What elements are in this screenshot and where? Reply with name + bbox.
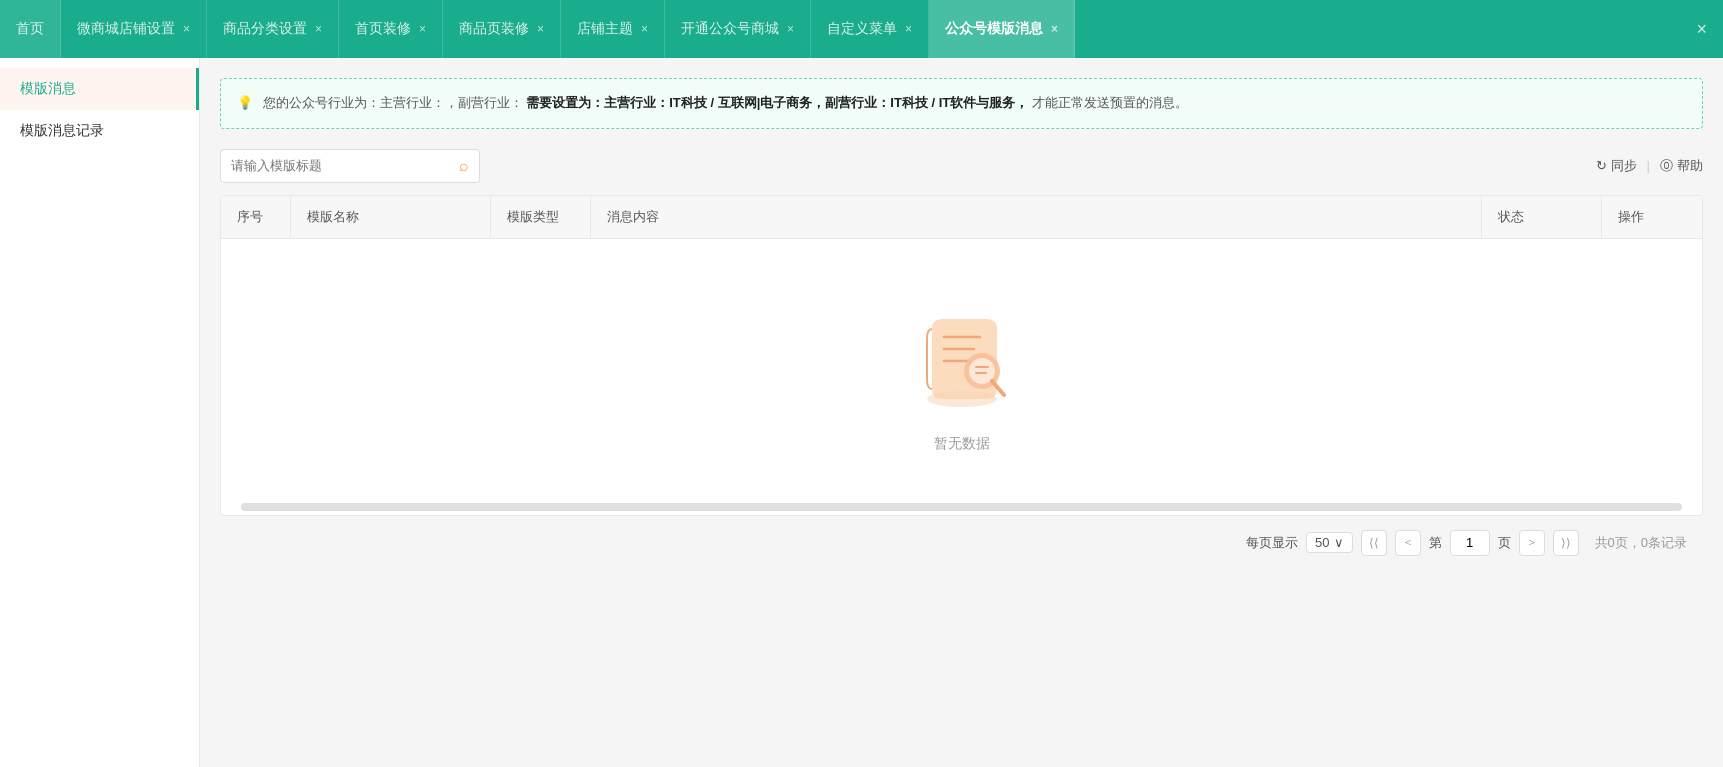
close-tab-template-message[interactable]: × — [1051, 22, 1058, 36]
total-pages-text: 共0页，0条记录 — [1595, 534, 1687, 552]
th-type: 模版类型 — [491, 196, 591, 238]
nav-tab-product-decor[interactable]: 商品页装修 × — [443, 0, 561, 58]
nav-tab-category-settings[interactable]: 商品分类设置 × — [207, 0, 339, 58]
notice-box: 💡 您的公众号行业为：主营行业：，副营行业： 需要设置为：主营行业：IT科技 /… — [220, 78, 1703, 129]
sync-button[interactable]: ↻ 同步 — [1596, 157, 1637, 175]
nav-tab-home[interactable]: 首页 — [0, 0, 61, 58]
close-tab-open-wechat-store[interactable]: × — [787, 22, 794, 36]
empty-illustration — [902, 299, 1022, 419]
chevron-down-icon: ∨ — [1334, 535, 1344, 550]
prev-page-button[interactable]: ＜ — [1395, 530, 1421, 556]
sidebar-item-template-message[interactable]: 模版消息 — [0, 68, 199, 110]
help-icon: ⓪ — [1660, 157, 1673, 175]
first-page-button[interactable]: ⟨⟨ — [1361, 530, 1387, 556]
page-size-select[interactable]: 50 ∨ — [1306, 532, 1352, 553]
last-page-button[interactable]: ⟩⟩ — [1553, 530, 1579, 556]
template-table: 序号 模版名称 模版类型 消息内容 状态 操作 — [220, 195, 1703, 516]
nav-tab-template-message[interactable]: 公众号模版消息 × — [929, 0, 1075, 58]
bulb-icon: 💡 — [237, 95, 253, 110]
horizontal-scrollbar[interactable] — [221, 493, 1702, 515]
main-layout: 模版消息 模版消息记录 💡 您的公众号行业为：主营行业：，副营行业： 需要设置为… — [0, 58, 1723, 767]
th-name: 模版名称 — [291, 196, 491, 238]
table-header: 序号 模版名称 模版类型 消息内容 状态 操作 — [221, 196, 1702, 239]
sidebar: 模版消息 模版消息记录 — [0, 58, 200, 767]
next-page-button[interactable]: ＞ — [1519, 530, 1545, 556]
search-input-wrap[interactable]: ⌕ — [220, 149, 480, 183]
scrollbar-track[interactable] — [241, 503, 1682, 511]
close-tab-store-settings[interactable]: × — [183, 22, 190, 36]
sync-icon: ↻ — [1596, 158, 1607, 173]
help-button[interactable]: ⓪ 帮助 — [1660, 157, 1703, 175]
sidebar-item-template-message-record[interactable]: 模版消息记录 — [0, 110, 199, 152]
current-page-input[interactable] — [1450, 530, 1490, 556]
th-content: 消息内容 — [591, 196, 1482, 238]
close-tab-homepage-decor[interactable]: × — [419, 22, 426, 36]
search-actions: ↻ 同步 | ⓪ 帮助 — [1596, 157, 1703, 175]
th-status: 状态 — [1482, 196, 1602, 238]
page-unit: 页 — [1498, 534, 1511, 552]
search-icon[interactable]: ⌕ — [459, 157, 469, 175]
nav-tab-open-wechat-store[interactable]: 开通公众号商城 × — [665, 0, 811, 58]
nav-tab-custom-menu[interactable]: 自定义菜单 × — [811, 0, 929, 58]
divider: | — [1647, 158, 1650, 173]
nav-tab-store-theme[interactable]: 店铺主题 × — [561, 0, 665, 58]
page-label: 第 — [1429, 534, 1442, 552]
nav-tab-store-settings[interactable]: 微商城店铺设置 × — [61, 0, 207, 58]
close-tab-product-decor[interactable]: × — [537, 22, 544, 36]
empty-state: 暂无数据 — [221, 239, 1702, 493]
top-navigation: 首页 微商城店铺设置 × 商品分类设置 × 首页装修 × 商品页装修 × 店铺主… — [0, 0, 1723, 58]
page-size-label: 每页显示 — [1246, 534, 1298, 552]
pagination: 每页显示 50 ∨ ⟨⟨ ＜ 第 页 ＞ ⟩⟩ 共0页，0条记录 — [220, 516, 1703, 570]
empty-text: 暂无数据 — [934, 435, 990, 453]
close-tab-store-theme[interactable]: × — [641, 22, 648, 36]
th-seq: 序号 — [221, 196, 291, 238]
search-input[interactable] — [231, 158, 459, 173]
close-tab-category-settings[interactable]: × — [315, 22, 322, 36]
close-all-tabs-button[interactable]: × — [1680, 19, 1723, 40]
nav-tab-homepage-decor[interactable]: 首页装修 × — [339, 0, 443, 58]
th-action: 操作 — [1602, 196, 1702, 238]
content-area: 💡 您的公众号行业为：主营行业：，副营行业： 需要设置为：主营行业：IT科技 /… — [200, 58, 1723, 767]
close-tab-custom-menu[interactable]: × — [905, 22, 912, 36]
search-bar: ⌕ ↻ 同步 | ⓪ 帮助 — [220, 149, 1703, 183]
